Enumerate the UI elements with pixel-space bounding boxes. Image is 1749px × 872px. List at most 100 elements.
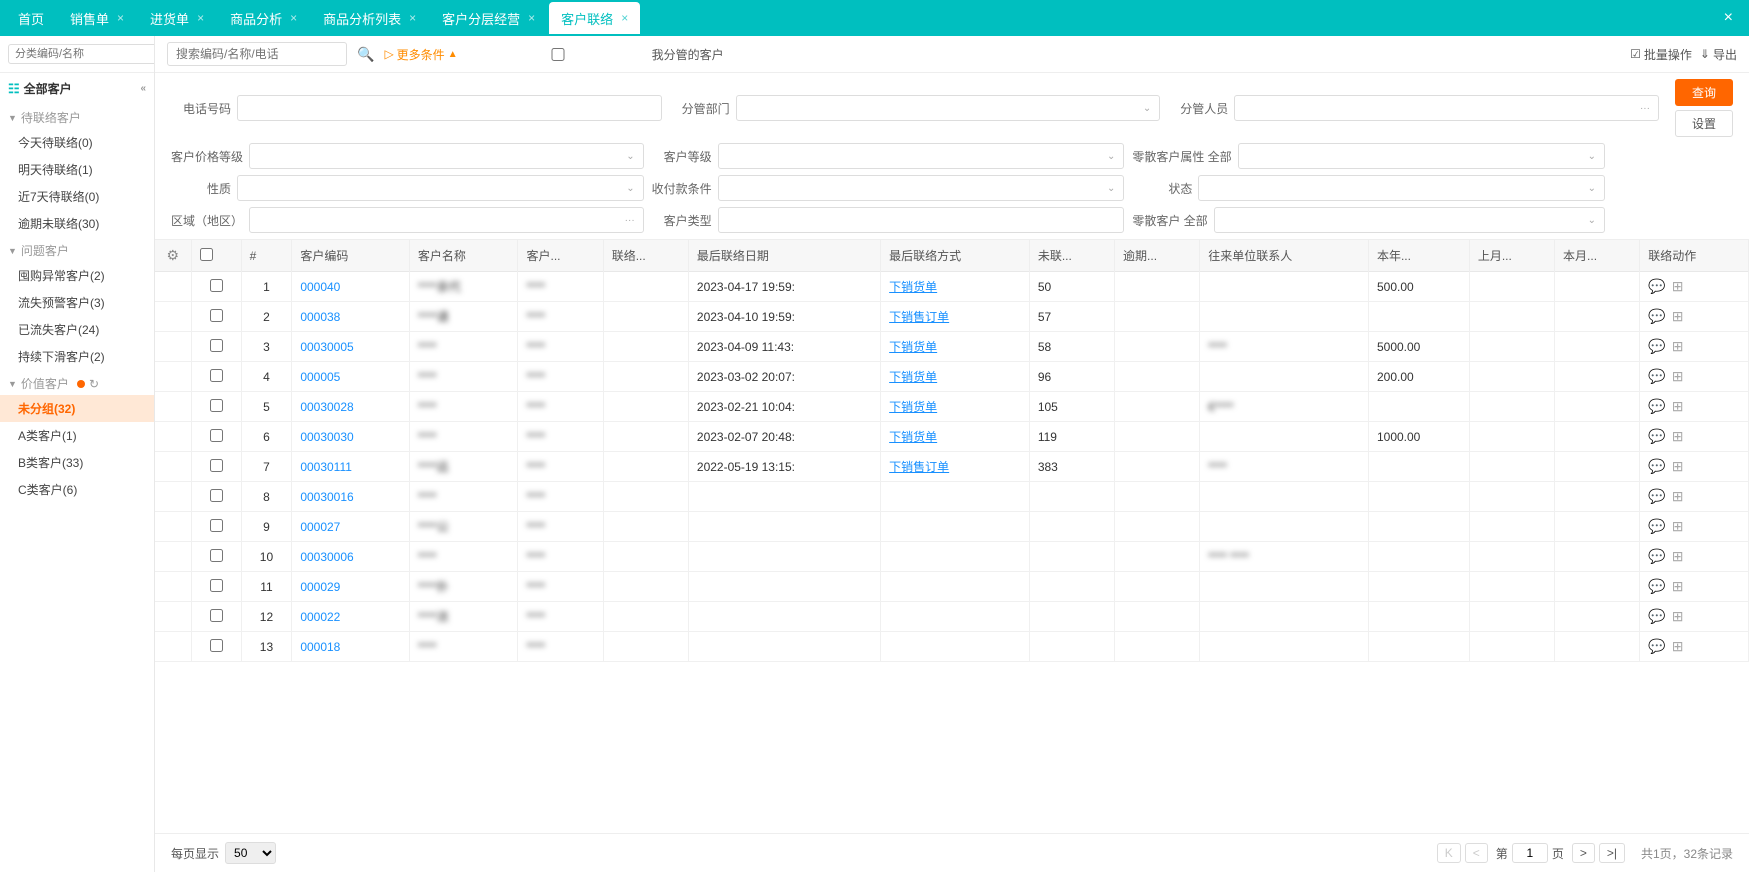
col-checkbox-header[interactable] xyxy=(191,240,241,272)
col-type-header[interactable]: 客户... xyxy=(518,240,603,272)
row-checkbox[interactable] xyxy=(210,369,223,382)
filter-dept-select[interactable]: ⌄ xyxy=(736,95,1161,121)
nav-tab-商品分析[interactable]: 商品分析× xyxy=(218,2,309,34)
main-search-input[interactable] xyxy=(167,42,347,66)
page-input[interactable] xyxy=(1512,843,1548,863)
row-checkbox[interactable] xyxy=(210,339,223,352)
tab-close-icon[interactable]: × xyxy=(117,11,124,25)
row-last-method[interactable] xyxy=(881,632,1030,662)
nav-tab-销售单[interactable]: 销售单× xyxy=(58,2,136,34)
col-last-month-header[interactable]: 上月... xyxy=(1469,240,1554,272)
sidebar-item[interactable]: C类客户(6) xyxy=(0,476,154,503)
sidebar-search-input[interactable] xyxy=(8,44,155,64)
sidebar-group-问题客户[interactable]: ▼问题客户 xyxy=(0,237,154,262)
tab-close-icon[interactable]: × xyxy=(409,11,416,25)
col-code-header[interactable]: 客户编码 xyxy=(292,240,410,272)
grid-icon[interactable]: ⊞ xyxy=(1672,428,1684,445)
grid-icon[interactable]: ⊞ xyxy=(1672,368,1684,385)
filter-region-select[interactable]: ··· xyxy=(249,207,644,233)
row-last-method[interactable]: 下销货单 xyxy=(881,422,1030,452)
grid-icon[interactable]: ⊞ xyxy=(1672,488,1684,505)
main-search-icon[interactable]: 🔍 xyxy=(357,46,374,63)
row-checkbox[interactable] xyxy=(210,279,223,292)
tab-close-icon[interactable]: × xyxy=(290,11,297,25)
col-partner-header[interactable]: 往来单位联系人 xyxy=(1200,240,1369,272)
refresh-icon[interactable]: ↻ xyxy=(89,377,99,391)
sidebar-item[interactable]: 流失预警客户(3) xyxy=(0,289,154,316)
grid-icon[interactable]: ⊞ xyxy=(1672,308,1684,325)
message-icon[interactable]: 💬 xyxy=(1648,278,1665,295)
batch-ops-button[interactable]: ☑ 批量操作 xyxy=(1630,46,1692,63)
my-customers-checkbox-label[interactable]: 我分管的客户 xyxy=(468,46,724,63)
filter-scattered-select[interactable]: ⌄ xyxy=(1214,207,1605,233)
grid-icon[interactable]: ⊞ xyxy=(1672,638,1684,655)
row-checkbox[interactable] xyxy=(210,459,223,472)
sidebar-group-价值客户[interactable]: ▼价值客户↻ xyxy=(0,370,154,395)
col-uncontact-header[interactable]: 未联... xyxy=(1029,240,1114,272)
row-checkbox[interactable] xyxy=(210,429,223,442)
col-last-date-header[interactable]: 最后联络日期 xyxy=(688,240,880,272)
row-checkbox[interactable] xyxy=(210,609,223,622)
prev-page-button[interactable]: < xyxy=(1465,843,1488,863)
message-icon[interactable]: 💬 xyxy=(1648,518,1665,535)
filter-scattered-attr-select[interactable]: ⌄ xyxy=(1238,143,1605,169)
tab-close-icon[interactable]: × xyxy=(621,11,628,25)
row-code[interactable]: 00030030 xyxy=(292,422,410,452)
sidebar-item[interactable]: 持续下滑客户(2) xyxy=(0,343,154,370)
grid-icon[interactable]: ⊞ xyxy=(1672,338,1684,355)
sidebar-group-待联络客户[interactable]: ▼待联络客户 xyxy=(0,104,154,129)
filter-payment-select[interactable]: ⌄ xyxy=(718,175,1125,201)
filter-status-select[interactable]: ⌄ xyxy=(1198,175,1605,201)
row-code[interactable]: 000022 xyxy=(292,602,410,632)
row-code[interactable]: 00030016 xyxy=(292,482,410,512)
row-code[interactable]: 000027 xyxy=(292,512,410,542)
grid-icon[interactable]: ⊞ xyxy=(1672,578,1684,595)
row-code[interactable]: 00030028 xyxy=(292,392,410,422)
row-last-method[interactable] xyxy=(881,572,1030,602)
message-icon[interactable]: 💬 xyxy=(1648,428,1665,445)
row-last-method[interactable]: 下销货单 xyxy=(881,272,1030,302)
last-page-button[interactable]: >| xyxy=(1599,843,1625,863)
row-checkbox[interactable] xyxy=(210,639,223,652)
next-page-button[interactable]: > xyxy=(1572,843,1595,863)
nav-tab-客户联络[interactable]: 客户联络× xyxy=(549,2,640,34)
sidebar-item[interactable]: 未分组(32) xyxy=(0,395,154,422)
sidebar-item[interactable]: 已流失客户(24) xyxy=(0,316,154,343)
row-code[interactable]: 00030111 xyxy=(292,452,410,482)
row-code[interactable]: 000018 xyxy=(292,632,410,662)
message-icon[interactable]: 💬 xyxy=(1648,368,1665,385)
export-button[interactable]: ⇓ 导出 xyxy=(1700,46,1737,63)
col-last-method-header[interactable]: 最后联络方式 xyxy=(881,240,1030,272)
message-icon[interactable]: 💬 xyxy=(1648,608,1665,625)
first-page-button[interactable]: K xyxy=(1437,843,1461,863)
message-icon[interactable]: 💬 xyxy=(1648,308,1665,325)
row-last-method[interactable] xyxy=(881,542,1030,572)
row-last-method[interactable] xyxy=(881,602,1030,632)
row-code[interactable]: 000029 xyxy=(292,572,410,602)
filter-cust-type-input[interactable] xyxy=(718,207,1125,233)
filter-price-level-select[interactable]: ⌄ xyxy=(249,143,644,169)
row-checkbox[interactable] xyxy=(210,399,223,412)
grid-icon[interactable]: ⊞ xyxy=(1672,278,1684,295)
message-icon[interactable]: 💬 xyxy=(1648,398,1665,415)
grid-icon[interactable]: ⊞ xyxy=(1672,518,1684,535)
col-settings[interactable]: ⚙ xyxy=(155,240,191,272)
col-year-header[interactable]: 本年... xyxy=(1368,240,1469,272)
row-checkbox[interactable] xyxy=(210,519,223,532)
message-icon[interactable]: 💬 xyxy=(1648,548,1665,565)
row-code[interactable]: 000038 xyxy=(292,302,410,332)
tab-close-icon[interactable]: × xyxy=(528,11,535,25)
row-checkbox[interactable] xyxy=(210,579,223,592)
sidebar-all-customers[interactable]: ☷ 全部客户 « xyxy=(0,73,154,104)
sidebar-item[interactable]: 今天待联络(0) xyxy=(0,129,154,156)
sidebar-item[interactable]: A类客户(1) xyxy=(0,422,154,449)
row-last-method[interactable]: 下销货单 xyxy=(881,392,1030,422)
query-button[interactable]: 查询 xyxy=(1675,79,1733,106)
message-icon[interactable]: 💬 xyxy=(1648,338,1665,355)
message-icon[interactable]: 💬 xyxy=(1648,488,1665,505)
col-overdue-header[interactable]: 逾期... xyxy=(1115,240,1200,272)
row-last-method[interactable]: 下销售订单 xyxy=(881,302,1030,332)
row-last-method[interactable] xyxy=(881,482,1030,512)
nav-tab-客户分层经营[interactable]: 客户分层经营× xyxy=(430,2,547,34)
col-contact-header[interactable]: 联络... xyxy=(603,240,688,272)
